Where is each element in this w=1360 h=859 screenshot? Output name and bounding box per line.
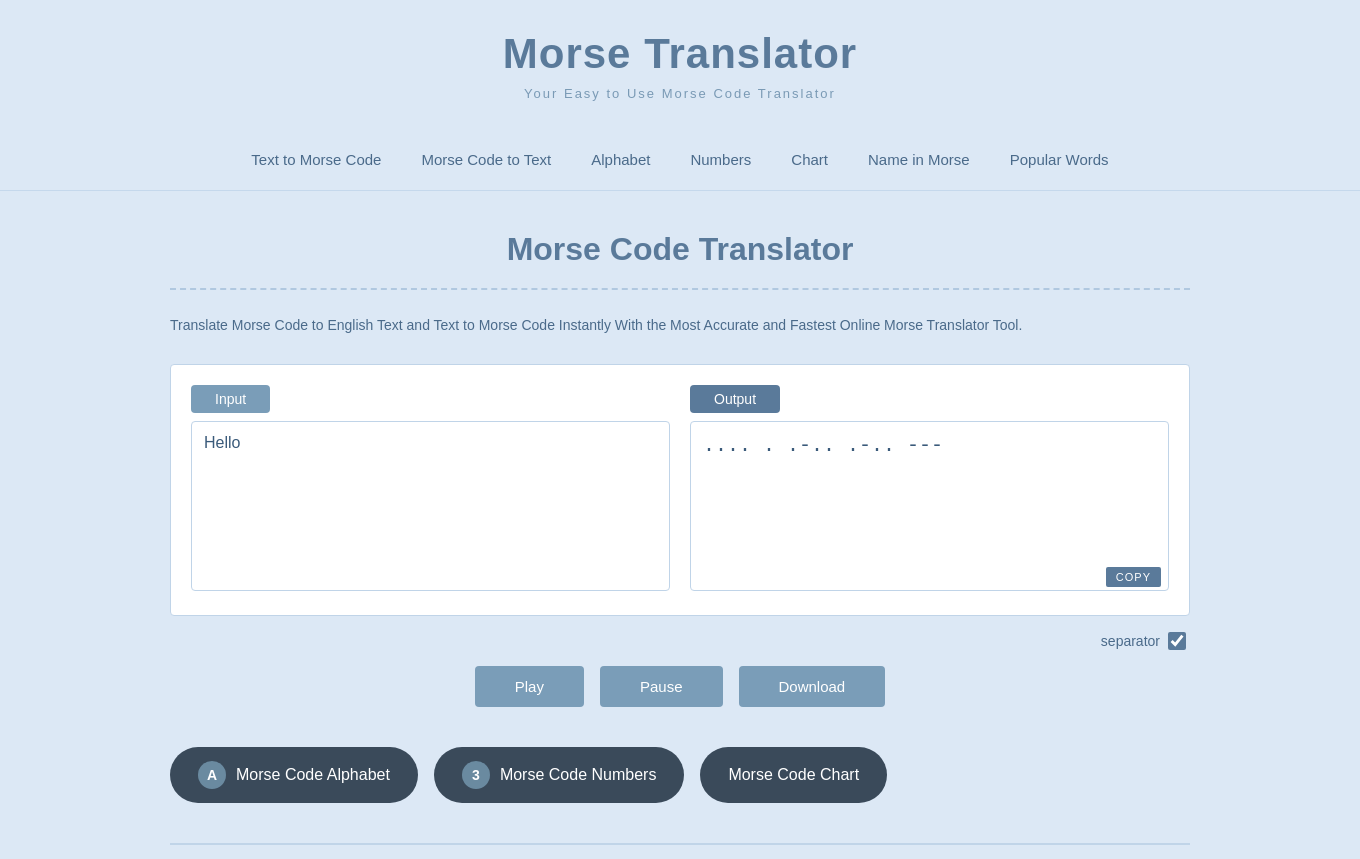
bottom-tabs: A Morse Code Alphabet 3 Morse Code Numbe…: [170, 747, 1190, 803]
nav-numbers[interactable]: Numbers: [690, 147, 751, 172]
output-textarea[interactable]: .... . .-.. .-.. ---: [690, 421, 1169, 591]
site-title: Morse Translator: [20, 30, 1340, 78]
tab-chart-label: Morse Code Chart: [728, 766, 859, 784]
nav-alphabet[interactable]: Alphabet: [591, 147, 650, 172]
numbers-icon: 3: [462, 761, 490, 789]
play-button[interactable]: Play: [475, 666, 584, 707]
navigation: Text to Morse Code Morse Code to Text Al…: [0, 129, 1360, 191]
input-textarea[interactable]: Hello: [191, 421, 670, 591]
input-panel: Input Hello: [191, 385, 670, 595]
pause-button[interactable]: Pause: [600, 666, 723, 707]
action-buttons: Play Pause Download: [170, 666, 1190, 707]
separator-checkbox[interactable]: [1168, 632, 1186, 650]
translator-container: Input Hello Output .... . .-.. .-.. --- …: [170, 364, 1190, 616]
input-label: Input: [191, 385, 270, 413]
nav-name-in-morse[interactable]: Name in Morse: [868, 147, 970, 172]
header: Morse Translator Your Easy to Use Morse …: [0, 0, 1360, 101]
nav-chart[interactable]: Chart: [791, 147, 828, 172]
nav-text-to-morse[interactable]: Text to Morse Code: [251, 147, 381, 172]
download-button[interactable]: Download: [739, 666, 886, 707]
output-wrapper: .... . .-.. .-.. --- COPY: [690, 421, 1169, 595]
page-title: Morse Code Translator: [170, 231, 1190, 268]
output-panel: Output .... . .-.. .-.. --- COPY: [690, 385, 1169, 595]
nav-morse-to-text[interactable]: Morse Code to Text: [421, 147, 551, 172]
separator-label: separator: [1101, 633, 1160, 649]
divider: [170, 288, 1190, 290]
tab-numbers[interactable]: 3 Morse Code Numbers: [434, 747, 685, 803]
output-label: Output: [690, 385, 780, 413]
translator-panels: Input Hello Output .... . .-.. .-.. --- …: [191, 385, 1169, 595]
alphabet-icon: A: [198, 761, 226, 789]
tab-chart[interactable]: Morse Code Chart: [700, 747, 887, 803]
tab-alphabet-label: Morse Code Alphabet: [236, 766, 390, 784]
tab-alphabet[interactable]: A Morse Code Alphabet: [170, 747, 418, 803]
separator-row: separator: [170, 632, 1190, 650]
nav-popular-words[interactable]: Popular Words: [1010, 147, 1109, 172]
main-content: Morse Code Translator Translate Morse Co…: [150, 191, 1210, 859]
tab-numbers-label: Morse Code Numbers: [500, 766, 657, 784]
copy-button[interactable]: COPY: [1106, 567, 1161, 587]
site-subtitle: Your Easy to Use Morse Code Translator: [20, 86, 1340, 101]
what-is-section: What is Morse code? Morse code uses sequ…: [170, 843, 1190, 859]
description: Translate Morse Code to English Text and…: [170, 314, 1190, 336]
